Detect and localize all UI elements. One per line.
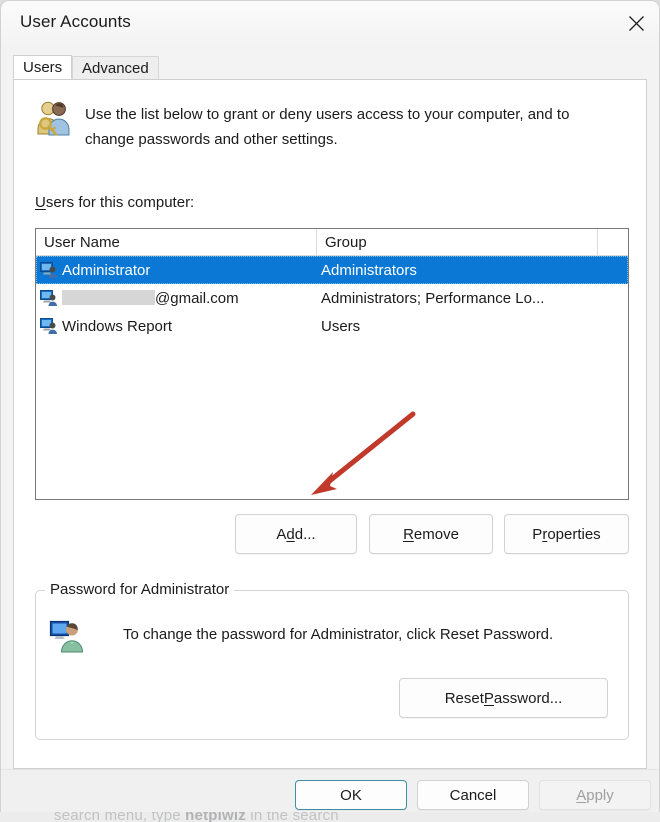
users-list-label-rest: sers for this computer: <box>45 194 195 211</box>
user-computer-icon <box>40 318 57 334</box>
user-computer-icon <box>40 262 57 278</box>
apply-button-post: pply <box>586 786 614 804</box>
ok-button[interactable]: OK <box>295 780 407 810</box>
column-header-group-label: Group <box>325 233 367 251</box>
cell-group: Users <box>321 317 361 335</box>
user-monitor-icon <box>49 620 84 653</box>
reset-password-post: assword... <box>493 689 563 707</box>
redacted-username-block <box>62 289 155 305</box>
column-header-group[interactable]: Group <box>317 229 598 255</box>
properties-button-post: operties <box>547 525 601 543</box>
add-button-post: d... <box>294 525 316 543</box>
reset-password-button[interactable]: Reset Password... <box>399 678 608 718</box>
reset-password-accel: P <box>483 689 494 707</box>
table-row[interactable]: @gmail.com Administrators; Performance L… <box>36 284 628 312</box>
list-rows: Administrator Administrators @gmail.com … <box>36 256 628 340</box>
column-header-user-name[interactable]: User Name <box>36 229 317 255</box>
tab-advanced[interactable]: Advanced <box>72 56 159 79</box>
column-header-user-name-label: User Name <box>44 233 120 251</box>
cancel-button[interactable]: Cancel <box>417 780 529 810</box>
remove-button[interactable]: Remove <box>369 514 493 554</box>
tab-users-label: Users <box>23 58 63 76</box>
close-icon <box>628 16 644 31</box>
table-row[interactable]: Administrator Administrators <box>36 256 628 284</box>
window-title: User Accounts <box>20 12 131 31</box>
remove-button-post: emove <box>413 525 459 543</box>
ok-button-label: OK <box>340 786 362 804</box>
title-bar: User Accounts <box>1 1 659 47</box>
cell-user-name-text: @gmail.com <box>155 289 239 307</box>
users-key-icon <box>37 101 70 136</box>
add-button-accel: d <box>286 525 295 543</box>
cell-user-name: Administrator <box>62 261 151 279</box>
cell-user-name: Windows Report <box>62 317 173 335</box>
tab-advanced-label: Advanced <box>82 59 149 77</box>
password-group-title: Password for Administrator <box>45 581 235 598</box>
properties-button-pre: P <box>532 525 543 543</box>
intro-description: Use the list below to grant or deny user… <box>85 106 570 148</box>
screen: search menu, type netplwiz in the search… <box>0 0 660 822</box>
cell-group: Administrators; Performance Lo... <box>321 289 545 307</box>
properties-button[interactable]: Pr operties <box>504 514 629 554</box>
apply-button-accel: A <box>576 786 587 804</box>
reset-password-pre: Reset <box>444 689 484 707</box>
apply-button: Apply <box>539 780 651 810</box>
users-list-label: Users for this computer: <box>35 194 194 211</box>
remove-button-accel: R <box>403 525 414 543</box>
add-button[interactable]: Ad d... <box>235 514 357 554</box>
users-list[interactable]: User Name Group Administrator Administra… <box>35 228 629 500</box>
cancel-button-label: Cancel <box>449 786 497 804</box>
table-row[interactable]: Windows Report Users <box>36 312 628 340</box>
password-description: To change the password for Administrator… <box>123 626 554 643</box>
cell-user-name: @gmail.com <box>62 289 239 307</box>
users-list-label-accel: U <box>35 194 46 211</box>
add-button-pre: A <box>276 525 287 543</box>
user-accounts-dialog: User Accounts Users Advanced Use the lis… <box>0 0 660 812</box>
list-header: User Name Group <box>36 229 628 256</box>
user-computer-icon <box>40 290 57 306</box>
tab-users[interactable]: Users <box>13 55 73 79</box>
column-header-spacer <box>598 229 628 255</box>
tab-strip: Users Advanced <box>1 47 659 79</box>
close-button[interactable] <box>613 1 659 46</box>
cell-group: Administrators <box>321 261 417 279</box>
